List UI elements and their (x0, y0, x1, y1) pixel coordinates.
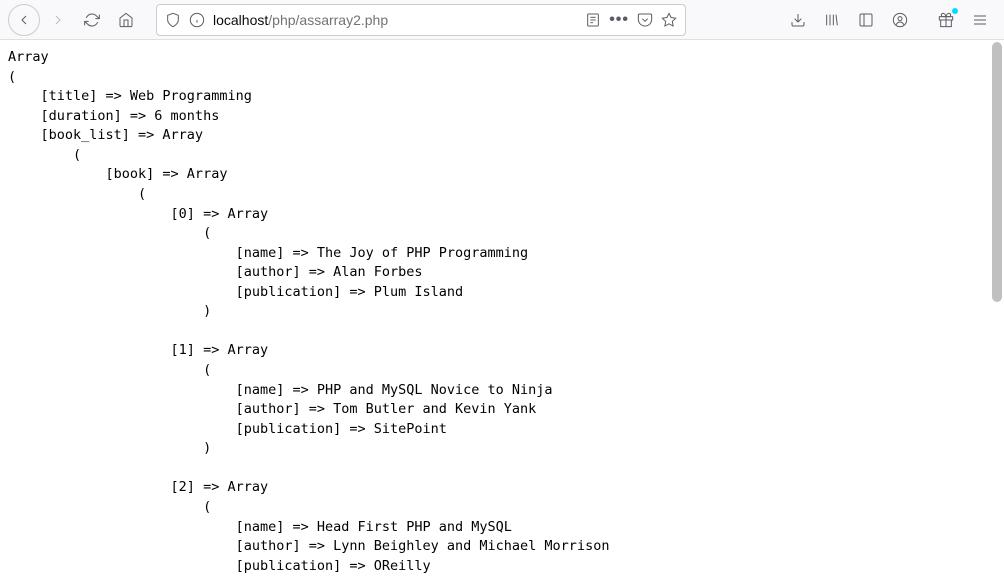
output-line: [name] => The Joy of PHP Programming (8, 245, 528, 261)
output-line: ( (8, 225, 211, 241)
address-bar[interactable]: localhost/php/assarray2.php ••• (156, 4, 686, 36)
download-icon (790, 12, 806, 28)
output-line: [author] => Lynn Beighley and Michael Mo… (8, 538, 609, 554)
output-line: ) (8, 303, 211, 319)
output-line: [title] => Web Programming (8, 88, 252, 104)
url-path: /php/assarray2.php (268, 12, 388, 28)
output-line: [duration] => 6 months (8, 108, 219, 124)
forward-button (42, 4, 74, 36)
output-line: [2] => Array (8, 479, 268, 495)
home-icon (118, 12, 134, 28)
sidebar-button[interactable] (850, 4, 882, 36)
back-button[interactable] (8, 4, 40, 36)
output-line: [name] => PHP and MySQL Novice to Ninja (8, 382, 553, 398)
home-button[interactable] (110, 4, 142, 36)
library-button[interactable] (816, 4, 848, 36)
output-line: ) (8, 440, 211, 456)
url-text: localhost/php/assarray2.php (213, 12, 577, 28)
info-icon (189, 12, 205, 28)
toolbar-right (782, 4, 996, 36)
account-button[interactable] (884, 4, 916, 36)
output-line: ( (8, 147, 81, 163)
shield-icon (165, 12, 181, 28)
scrollbar-thumb[interactable] (992, 42, 1002, 302)
bookmark-star-icon[interactable] (661, 12, 677, 28)
reader-icon[interactable] (585, 12, 601, 28)
output-line: ( (8, 499, 211, 515)
output-line: [0] => Array (8, 206, 268, 222)
reload-icon (84, 12, 100, 28)
output-line: [publication] => OReilly (8, 558, 431, 574)
output-line: [book] => Array (8, 166, 227, 182)
output-line: [1] => Array (8, 342, 268, 358)
page-content: Array ( [title] => Web Programming [dura… (0, 40, 1004, 585)
arrow-left-icon (16, 12, 32, 28)
output-line: [publication] => Plum Island (8, 284, 463, 300)
browser-toolbar: localhost/php/assarray2.php ••• (0, 0, 1004, 40)
whats-new-button[interactable] (930, 4, 962, 36)
library-icon (824, 12, 840, 28)
reload-button[interactable] (76, 4, 108, 36)
menu-icon (972, 12, 988, 28)
url-host: localhost (213, 12, 268, 28)
nav-buttons (8, 4, 142, 36)
output-line: Array (8, 49, 49, 65)
arrow-right-icon (50, 12, 66, 28)
output-line: ( (8, 362, 211, 378)
output-line: [author] => Tom Butler and Kevin Yank (8, 401, 536, 417)
downloads-button[interactable] (782, 4, 814, 36)
output-line: ( (8, 186, 146, 202)
gift-icon (938, 12, 954, 28)
account-icon (892, 12, 908, 28)
menu-button[interactable] (964, 4, 996, 36)
pocket-icon[interactable] (637, 12, 653, 28)
output-line: [author] => Alan Forbes (8, 264, 423, 280)
output-line: ( (8, 69, 16, 85)
output-line: [book_list] => Array (8, 127, 203, 143)
output-line: [publication] => SitePoint (8, 421, 447, 437)
sidebar-icon (858, 12, 874, 28)
output-line: [name] => Head First PHP and MySQL (8, 519, 512, 535)
page-actions-icon[interactable]: ••• (609, 11, 629, 29)
notification-dot-icon (952, 8, 958, 14)
